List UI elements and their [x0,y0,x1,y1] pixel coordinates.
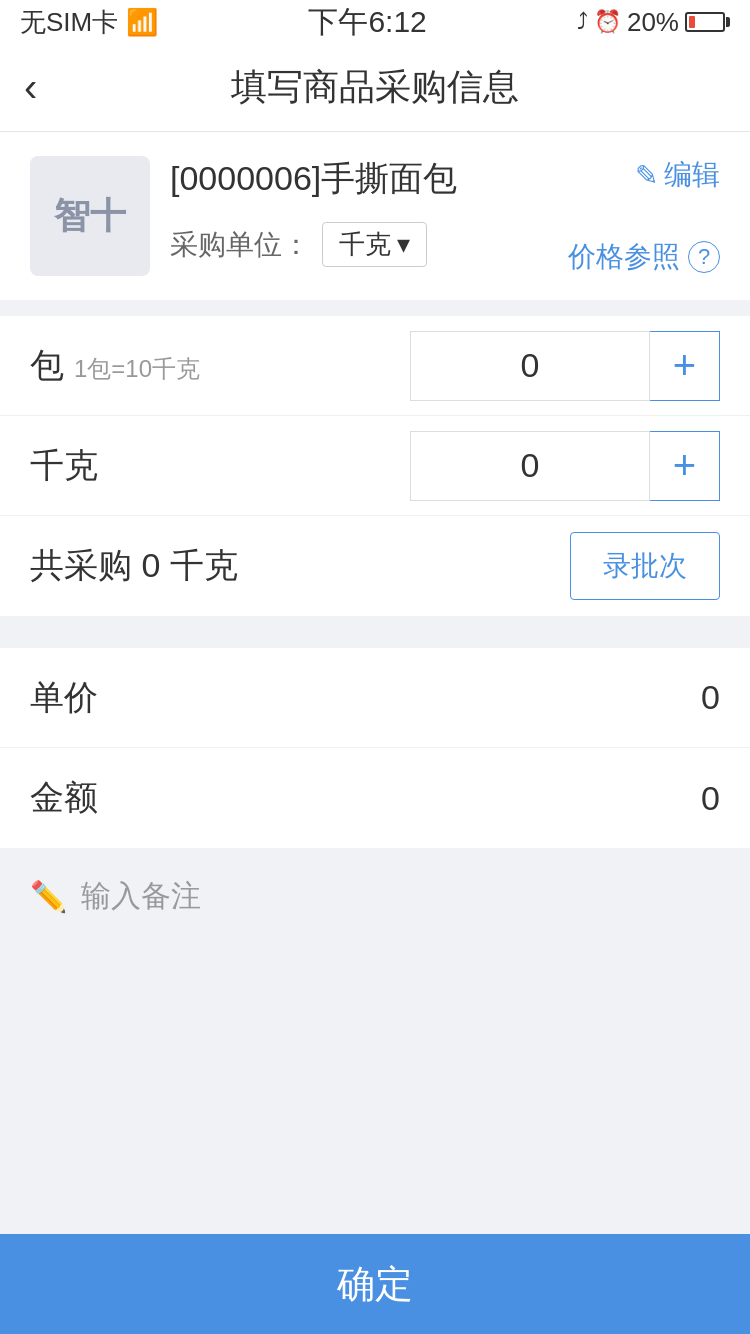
status-time: 下午6:12 [308,2,426,43]
note-section[interactable]: ✏️ 输入备注 [0,848,750,945]
form-row-bao: 包 1包=10千克 + [0,316,750,416]
product-thumbnail: 智十 [30,156,150,276]
price-row-unit: 单价 0 [0,648,750,748]
price-ref-label: 价格参照 [568,238,680,276]
total-row: 共采购 0 千克 录批次 [0,516,750,616]
product-thumb-text: 智十 [54,192,126,241]
status-right: ⤴ ⏰ 20% [577,7,730,38]
note-placeholder: 输入备注 [81,876,201,917]
kg-quantity-input[interactable] [410,431,650,501]
unit-label: 采购单位： [170,226,310,264]
product-card: 智十 [0000006]手撕面包 采购单位： 千克 ▾ ✎ 编辑 价格参照 ? [0,132,750,300]
amount-label: 金额 [30,775,98,821]
back-button[interactable]: ‹ [24,65,37,110]
edit-button[interactable]: ✎ 编辑 [635,156,720,194]
price-row-amount: 金额 0 [0,748,750,848]
unit-value: 千克 [339,227,391,262]
record-batch-button[interactable]: 录批次 [570,532,720,600]
nav-bar: ‹ 填写商品采购信息 [0,44,750,132]
divider-2 [0,616,750,632]
price-ref-button[interactable]: 价格参照 ? [568,238,720,276]
kg-plus-button[interactable]: + [650,431,720,501]
chevron-down-icon: ▾ [397,229,410,260]
form-section: 包 1包=10千克 + 千克 + [0,316,750,516]
unit-price-label: 单价 [30,675,98,721]
page-title: 填写商品采购信息 [231,63,519,112]
wifi-icon: 📶 [126,7,158,38]
status-carrier: 无SIM卡 📶 [20,5,158,40]
kg-label: 千克 [30,443,98,489]
unit-select[interactable]: 千克 ▾ [322,222,427,267]
divider-1 [0,300,750,316]
help-icon: ? [688,241,720,273]
kg-input-group: + [410,431,720,501]
bao-input-group: + [410,331,720,401]
location-icon: ⤴ [577,9,588,35]
form-row-kg: 千克 + [0,416,750,516]
price-section: 单价 0 金额 0 [0,648,750,848]
edit-icon: ✎ [635,159,658,192]
bao-sub: 1包=10千克 [74,353,200,385]
bao-quantity-input[interactable] [410,331,650,401]
status-bar: 无SIM卡 📶 下午6:12 ⤴ ⏰ 20% [0,0,750,44]
bao-plus-button[interactable]: + [650,331,720,401]
bottom-spacer [0,945,750,1225]
battery-icon [685,12,730,32]
bao-label: 包 1包=10千克 [30,343,200,389]
amount-value: 0 [701,779,720,818]
alarm-icon: ⏰ [594,9,621,35]
confirm-button[interactable]: 确定 [0,1234,750,1334]
unit-price-value: 0 [701,678,720,717]
total-label: 共采购 0 千克 [30,543,238,589]
pencil-icon: ✏️ [30,879,67,914]
battery-percent: 20% [627,7,679,38]
